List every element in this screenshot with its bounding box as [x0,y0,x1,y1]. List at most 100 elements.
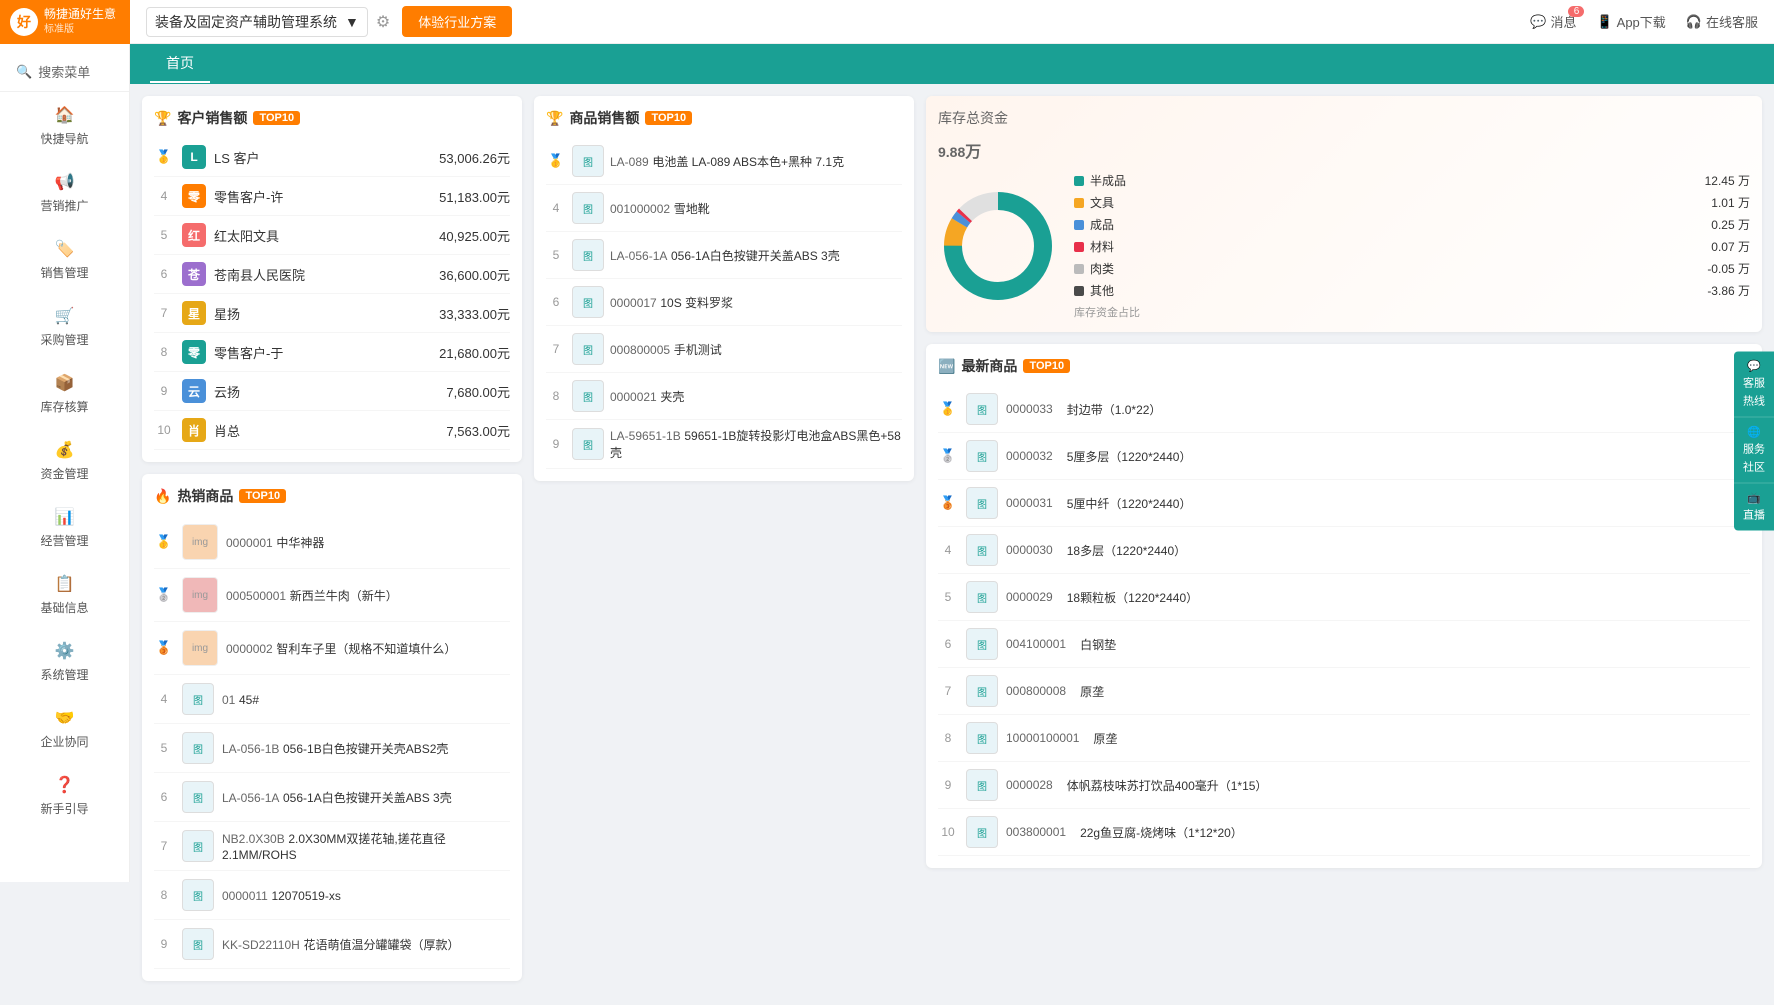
live-stream-button[interactable]: 📺 直播 [1734,484,1774,531]
customer-list-item: 7 星 星扬 33,333.00元 [154,294,510,333]
newest-product-item: 7 图 000800008 原垄 [938,668,1750,715]
sidebar-item-inventory[interactable]: 📦 库存核算 [0,360,129,427]
newest-product-item: 10 图 003800001 22g鱼豆腐-烧烤味（1*12*20） [938,809,1750,856]
legend-dot [1074,220,1084,230]
online-service-button[interactable]: 🎧 在线客服 [1686,12,1758,31]
ai-float-panel: 💬 客服 热线 🌐 服务 社区 📺 直播 [1734,352,1774,531]
customer-amount: 21,680.00元 [439,343,510,362]
fire-icon: 🔥 [154,488,171,505]
rank-num: 8 [154,345,174,359]
sidebar-item-system[interactable]: ⚙️ 系统管理 [0,628,129,695]
sidebar-item-marketing[interactable]: 📢 营销推广 [0,159,129,226]
top-right-actions: 💬 消息 6 📱 App下载 🎧 在线客服 [1530,12,1758,31]
product-info: 0000002 智利车子里（规格不知道填什么） [226,640,510,657]
product-thumb: 图 [966,769,998,801]
product-thumb: 图 [572,239,604,271]
sidebar-item-guide[interactable]: ❓ 新手引导 [0,762,129,829]
rank-num: 6 [154,267,174,281]
product-sales-item: 9 图 LA-59651-1B 59651-1B旋转投影灯电池盒ABS黑色+58… [546,420,902,469]
sidebar-item-purchase[interactable]: 🛒 采购管理 [0,293,129,360]
nav-label: 快捷导航 [40,130,88,147]
hot-top-tag: TOP10 [239,489,286,503]
rank-num: 5 [546,248,566,262]
top-bar: 好 畅捷通好生意 标准版 装备及固定资产辅助管理系统 ▼ ⚙ 体验行业方案 💬 … [0,0,1774,44]
customer-amount: 7,563.00元 [446,421,510,440]
rank-num: 6 [154,790,174,804]
bronze-medal-icon: 🥉 [938,495,958,511]
customer-amount: 40,925.00元 [439,226,510,245]
product-thumb: 图 [966,722,998,754]
home-tab[interactable]: 首页 [150,45,210,83]
donut-chart [938,186,1058,306]
rank-num: 7 [154,306,174,320]
customer-name: 苍南县人民医院 [214,265,439,284]
sidebar-item-operations[interactable]: 📊 经营管理 [0,494,129,561]
newest-products-title: 🆕 最新商品 TOP10 [938,356,1750,376]
logo-icon: 好 [10,8,38,36]
customer-avatar: L [182,145,206,169]
product-image: img [182,524,218,560]
messages-button[interactable]: 💬 消息 6 [1530,12,1576,31]
search-icon: 🔍 [16,64,32,80]
sidebar-item-quick-nav[interactable]: 🏠 快捷导航 [0,92,129,159]
inventory-icon: 📦 [54,372,76,394]
trophy-icon: 🏆 [154,110,171,127]
community-icon: 🌐 [1747,426,1761,439]
product-thumb: 图 [572,192,604,224]
customer-list-item: 8 零 零售客户-于 21,680.00元 [154,333,510,372]
product-sales-item: 7 图 000800005 手机测试 [546,326,902,373]
service-hotline-button[interactable]: 💬 客服 热线 [1734,352,1774,418]
newest-product-item: 4 图 0000030 18多层（1220*2440） [938,527,1750,574]
product-thumb: 图 [182,830,214,862]
bronze-medal-icon: 🥉 [154,640,174,656]
silver-medal-icon: 🥈 [154,587,174,603]
product-info: LA-59651-1B 59651-1B旋转投影灯电池盒ABS黑色+58壳 [610,427,902,461]
hot-product-item: 4 图 01 45# [154,675,510,724]
rank-num: 8 [546,389,566,403]
product-image: img [182,630,218,666]
headset-icon: 🎧 [1686,14,1702,30]
product-sales-title: 🏆 商品销售额 TOP10 [546,108,902,128]
basic-info-icon: 📋 [54,573,76,595]
system-selector[interactable]: 装备及固定资产辅助管理系统 ▼ [146,7,368,37]
customer-amount: 33,333.00元 [439,304,510,323]
sidebar-item-basic-info[interactable]: 📋 基础信息 [0,561,129,628]
hot-product-item: 6 图 LA-056-1A 056-1A白色按键开关盖ABS 3壳 [154,773,510,822]
rank-num: 9 [154,384,174,398]
sidebar-item-cooperation[interactable]: 🤝 企业协同 [0,695,129,762]
customer-list-item: 10 肖 肖总 7,563.00元 [154,411,510,450]
sidebar-item-finance[interactable]: 💰 资金管理 [0,427,129,494]
product-info: 0000011 12070519-xs [222,888,510,903]
search-menu-item[interactable]: 🔍 搜索菜单 [0,52,129,92]
nav-label: 销售管理 [40,264,88,281]
headset-float-icon: 💬 [1747,360,1761,373]
gold-medal-icon: 🥇 [546,153,566,169]
service-community-button[interactable]: 🌐 服务 社区 [1734,418,1774,484]
nav-label: 营销推广 [40,197,88,214]
hot-product-item: 🥉 img 0000002 智利车子里（规格不知道填什么） [154,622,510,675]
hot-product-item: 🥈 img 000500001 新西兰牛肉（新牛） [154,569,510,622]
system-name-label: 装备及固定资产辅助管理系统 [155,12,337,32]
app-download-button[interactable]: 📱 App下载 [1596,12,1665,31]
rank-num: 7 [546,342,566,356]
product-thumb: 图 [966,581,998,613]
product-thumb: 图 [182,781,214,813]
nav-label: 采购管理 [40,331,88,348]
customer-card-title: 🏆 客户销售额 TOP10 [154,108,510,128]
product-thumb: 图 [572,333,604,365]
legend-item: 材料 0.07 万 [1074,238,1750,255]
stock-title: 库存总资金 [938,108,1750,128]
nav-label: 系统管理 [40,666,88,683]
top-tag: TOP10 [1023,359,1070,373]
sales-icon: 🏷️ [54,238,76,260]
trial-button[interactable]: 体验行业方案 [402,6,512,37]
top-tag: TOP10 [253,111,300,125]
product-thumb: 图 [966,393,998,425]
sidebar-item-sales[interactable]: 🏷️ 销售管理 [0,226,129,293]
settings-icon[interactable]: ⚙ [376,12,390,32]
chart-subtitle: 库存资金占比 [1074,304,1750,320]
product-thumb: 图 [182,928,214,960]
customer-list-item: 6 苍 苍南县人民医院 36,600.00元 [154,255,510,294]
product-thumb: 图 [966,534,998,566]
product-thumb: 图 [572,428,604,460]
